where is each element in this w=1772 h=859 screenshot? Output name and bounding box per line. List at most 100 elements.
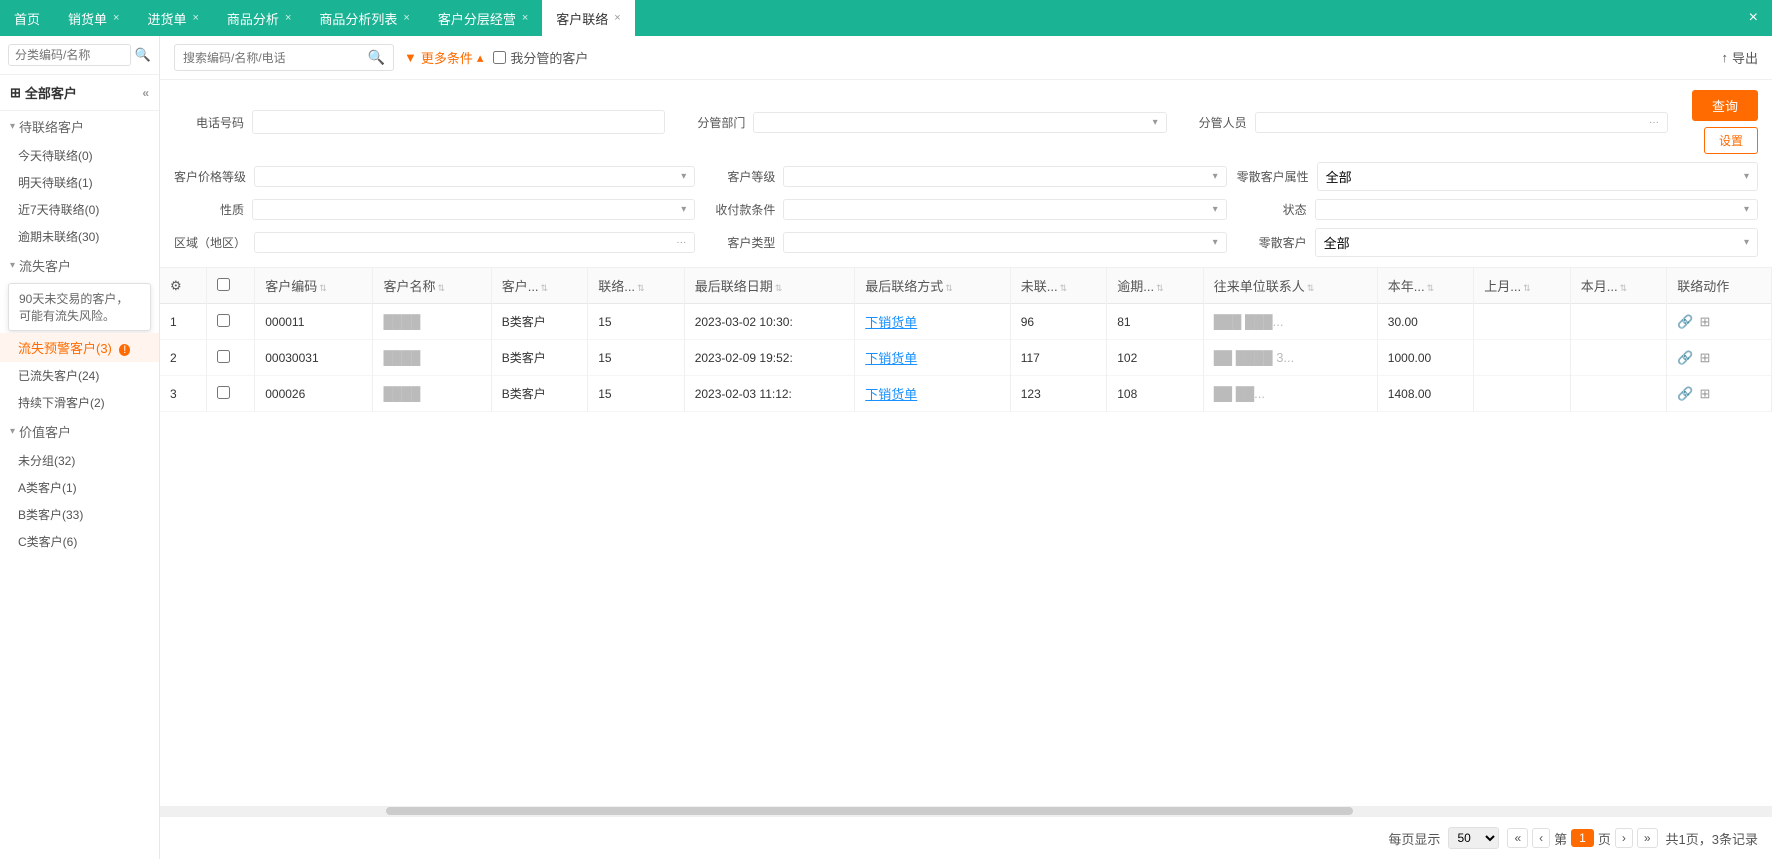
cell-check-1[interactable] <box>206 340 255 376</box>
filter-price-select[interactable]: ▾ <box>254 166 695 187</box>
sidebar-item-------0-[interactable]: 今天待联络(0) <box>0 142 159 169</box>
sidebar-item-------30-[interactable]: 逾期未联络(30) <box>0 223 159 250</box>
cell-nc-0: 96 <box>1010 304 1107 340</box>
more-filter-btn[interactable]: ▼ 更多条件 ▴ <box>404 48 483 67</box>
sidebar-collapse-btn[interactable]: « <box>142 86 149 100</box>
cell-actions-2[interactable]: 🔗 ⊞ <box>1667 376 1772 412</box>
cell-method-2[interactable]: 下销货单 <box>855 376 1010 412</box>
method-link-1[interactable]: 下销货单 <box>865 351 917 366</box>
per-page-label: 每页显示 <box>1388 829 1440 848</box>
cell-check-2[interactable] <box>206 376 255 412</box>
filter-nature-select[interactable]: ▾ <box>252 199 695 220</box>
col-settings[interactable]: ⚙ <box>160 268 206 304</box>
tab-sales[interactable]: 销货单× <box>54 0 133 36</box>
search-icon-btn[interactable]: 🔍 <box>368 49 385 66</box>
sidebar-item-----32-[interactable]: 未分组(32) <box>0 447 159 474</box>
search-input[interactable] <box>183 51 364 65</box>
tab-close-customer-tier[interactable]: × <box>522 12 528 24</box>
tab-customer-tier[interactable]: 客户分层经营× <box>424 0 542 36</box>
action-grid-icon-2[interactable]: ⊞ <box>1699 386 1710 402</box>
col-name[interactable]: 客户名称⇅ <box>373 268 491 304</box>
tab-home[interactable]: 首页 <box>0 0 54 36</box>
sidebar-item--------2-[interactable]: 持续下滑客户(2) <box>0 389 159 416</box>
export-btn[interactable]: ↑ 导出 <box>1721 48 1758 67</box>
tab-close-analysis[interactable]: × <box>285 12 291 24</box>
sidebar-all-customers[interactable]: ⊞ 全部客户 « <box>0 75 159 111</box>
col-last-date[interactable]: 最后联络日期⇅ <box>684 268 855 304</box>
filter-region-select[interactable]: ··· <box>254 232 695 253</box>
sidebar-item--------3-[interactable]: 流失预警客户(3) ! <box>0 333 159 362</box>
last-page-btn[interactable]: » <box>1637 828 1658 848</box>
col-checkbox[interactable] <box>206 268 255 304</box>
col-code[interactable]: 客户编码⇅ <box>255 268 373 304</box>
tab-close-customer-contact[interactable]: × <box>614 12 620 24</box>
sidebar-item-------24-[interactable]: 已流失客户(24) <box>0 362 159 389</box>
method-link-0[interactable]: 下销货单 <box>865 315 917 330</box>
tab-close-purchase[interactable]: × <box>192 12 198 24</box>
row-checkbox-2[interactable] <box>217 386 230 399</box>
col-contact[interactable]: 联络...⇅ <box>588 268 685 304</box>
query-btn[interactable]: 查询 <box>1692 90 1758 121</box>
action-link-icon-1[interactable]: 🔗 <box>1677 350 1693 366</box>
filter-status-select[interactable]: ▾ <box>1315 199 1758 220</box>
sidebar-group-pending[interactable]: ▾待联络客户 <box>0 111 159 142</box>
tab-purchase[interactable]: 进货单× <box>133 0 212 36</box>
filter-scatter-customer-select[interactable]: 全部 ▾ <box>1315 228 1758 257</box>
horizontal-scrollbar[interactable] <box>160 806 1772 816</box>
sidebar-item-------1-[interactable]: 明天待联络(1) <box>0 169 159 196</box>
tab-analysis[interactable]: 商品分析× <box>213 0 305 36</box>
col-this-month[interactable]: 本月...⇅ <box>1570 268 1667 304</box>
col-last-method[interactable]: 最后联络方式⇅ <box>855 268 1010 304</box>
sidebar-group-value[interactable]: ▾价值客户 <box>0 416 159 447</box>
select-all-checkbox[interactable] <box>217 278 230 291</box>
settings-btn[interactable]: 设置 <box>1704 127 1758 154</box>
sidebar-item-C----6-[interactable]: C类客户(6) <box>0 528 159 555</box>
tab-close-analysis-list[interactable]: × <box>403 12 409 24</box>
action-link-icon-0[interactable]: 🔗 <box>1677 314 1693 330</box>
per-page-select[interactable]: 50 100 200 <box>1448 827 1499 849</box>
filter-payment-select[interactable]: ▾ <box>783 199 1226 220</box>
action-grid-icon-1[interactable]: ⊞ <box>1699 350 1710 366</box>
cell-actions-1[interactable]: 🔗 ⊞ <box>1667 340 1772 376</box>
tab-customer-contact[interactable]: 客户联络× <box>542 0 634 36</box>
filter-phone-input[interactable] <box>252 110 665 134</box>
filter-scatter-select[interactable]: 全部 ▾ <box>1317 162 1758 191</box>
cell-actions-0[interactable]: 🔗 ⊞ <box>1667 304 1772 340</box>
close-all-tabs-btn[interactable]: × <box>1735 9 1772 27</box>
cell-method-0[interactable]: 下销货单 <box>855 304 1010 340</box>
first-page-btn[interactable]: « <box>1507 828 1528 848</box>
col-type[interactable]: 客户...⇅ <box>491 268 588 304</box>
filter-person-select[interactable]: ··· <box>1255 112 1668 133</box>
sidebar-item-A----1-[interactable]: A类客户(1) <box>0 474 159 501</box>
row-checkbox-0[interactable] <box>217 314 230 327</box>
next-page-btn[interactable]: › <box>1615 828 1633 848</box>
sidebar-search-input[interactable] <box>8 44 131 66</box>
row-checkbox-1[interactable] <box>217 350 230 363</box>
filter-status-label: 状态 <box>1237 201 1307 218</box>
my-customers-checkbox[interactable] <box>493 51 506 64</box>
cell-check-0[interactable] <box>206 304 255 340</box>
action-icons-2: 🔗 ⊞ <box>1677 386 1761 402</box>
sidebar-item-B----33-[interactable]: B类客户(33) <box>0 501 159 528</box>
sidebar-item--7-----0-[interactable]: 近7天待联络(0) <box>0 196 159 223</box>
cell-method-1[interactable]: 下销货单 <box>855 340 1010 376</box>
sidebar-group-churn[interactable]: ▾流失客户 <box>0 250 159 281</box>
col-this-year[interactable]: 本年...⇅ <box>1377 268 1474 304</box>
prev-page-btn[interactable]: ‹ <box>1532 828 1550 848</box>
page-label: 第 <box>1554 829 1567 848</box>
more-filter-label: 更多条件 <box>421 48 473 67</box>
col-last-month[interactable]: 上月...⇅ <box>1474 268 1571 304</box>
col-overdue[interactable]: 逾期...⇅ <box>1107 268 1204 304</box>
my-customers-toggle[interactable]: 我分管的客户 <box>493 48 588 67</box>
action-link-icon-2[interactable]: 🔗 <box>1677 386 1693 402</box>
col-not-contacted[interactable]: 未联...⇅ <box>1010 268 1107 304</box>
col-company-contact[interactable]: 往来单位联系人⇅ <box>1203 268 1377 304</box>
method-link-2[interactable]: 下销货单 <box>865 387 917 402</box>
filter-level-select[interactable]: ▾ <box>783 166 1226 187</box>
filter-dept-select[interactable]: ▾ <box>753 112 1166 133</box>
h-scroll-thumb[interactable] <box>386 807 1353 815</box>
tab-close-sales[interactable]: × <box>113 12 119 24</box>
action-grid-icon-0[interactable]: ⊞ <box>1699 314 1710 330</box>
filter-type-select[interactable]: ▾ <box>783 232 1226 253</box>
tab-analysis-list[interactable]: 商品分析列表× <box>305 0 423 36</box>
